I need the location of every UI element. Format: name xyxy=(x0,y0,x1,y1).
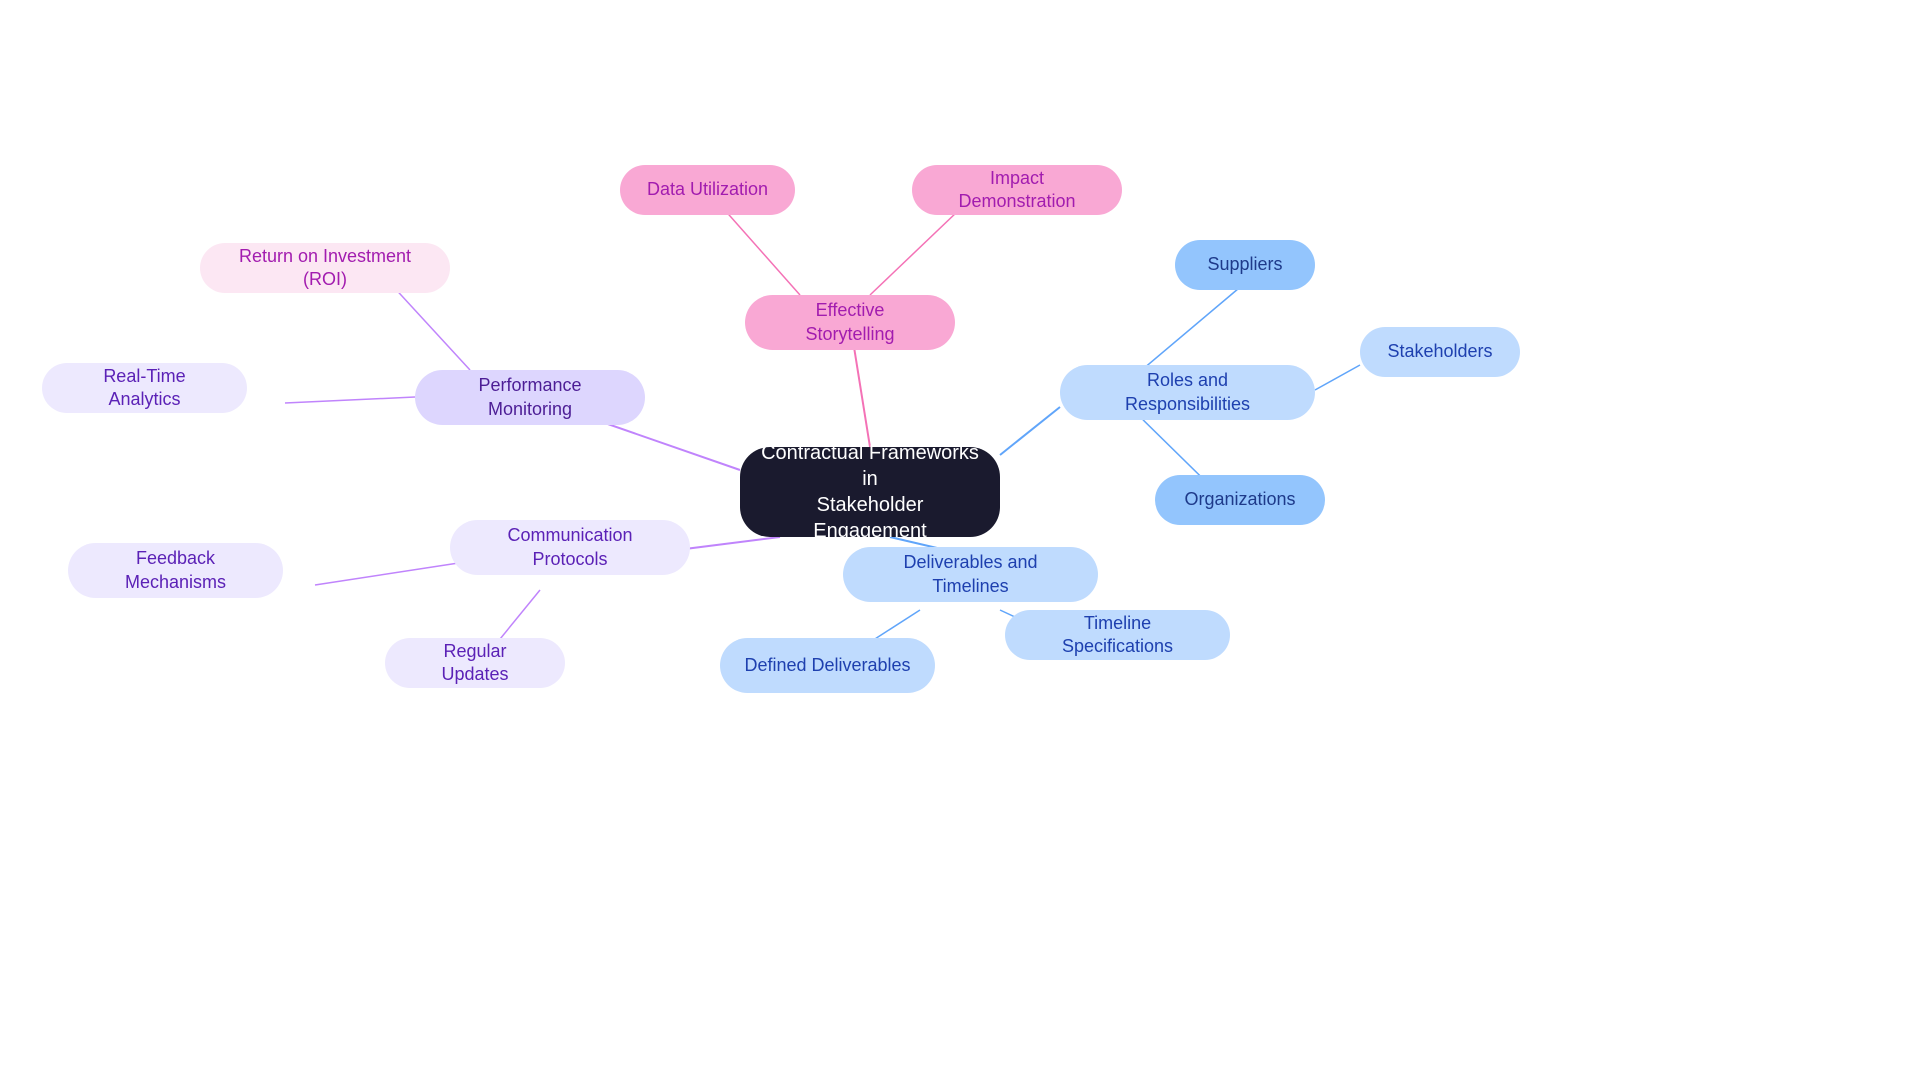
feedback-mechanisms-node[interactable]: Feedback Mechanisms xyxy=(68,543,283,598)
deliverables-timelines-node[interactable]: Deliverables and Timelines xyxy=(843,547,1098,602)
communication-protocols-label: Communication Protocols xyxy=(474,524,666,571)
performance-monitoring-label: Performance Monitoring xyxy=(439,374,621,421)
suppliers-label: Suppliers xyxy=(1207,253,1282,276)
organizations-node[interactable]: Organizations xyxy=(1155,475,1325,525)
stakeholders-node[interactable]: Stakeholders xyxy=(1360,327,1520,377)
regular-updates-label: Regular Updates xyxy=(409,640,541,687)
performance-monitoring-node[interactable]: Performance Monitoring xyxy=(415,370,645,425)
defined-deliverables-node[interactable]: Defined Deliverables xyxy=(720,638,935,693)
feedback-mechanisms-label: Feedback Mechanisms xyxy=(92,547,259,594)
effective-storytelling-node[interactable]: Effective Storytelling xyxy=(745,295,955,350)
impact-demonstration-label: Impact Demonstration xyxy=(936,167,1098,214)
data-utilization-node[interactable]: Data Utilization xyxy=(620,165,795,215)
real-time-analytics-node[interactable]: Real-Time Analytics xyxy=(42,363,247,413)
timeline-specifications-node[interactable]: Timeline Specifications xyxy=(1005,610,1230,660)
deliverables-timelines-label: Deliverables and Timelines xyxy=(867,551,1074,598)
center-label: Contractual Frameworks in Stakeholder En… xyxy=(760,440,980,544)
roles-responsibilities-node[interactable]: Roles and Responsibilities xyxy=(1060,365,1315,420)
return-on-investment-node[interactable]: Return on Investment (ROI) xyxy=(200,243,450,293)
defined-deliverables-label: Defined Deliverables xyxy=(744,654,910,677)
effective-storytelling-label: Effective Storytelling xyxy=(769,299,931,346)
impact-demonstration-node[interactable]: Impact Demonstration xyxy=(912,165,1122,215)
regular-updates-node[interactable]: Regular Updates xyxy=(385,638,565,688)
communication-protocols-node[interactable]: Communication Protocols xyxy=(450,520,690,575)
return-on-investment-label: Return on Investment (ROI) xyxy=(224,245,426,292)
roles-responsibilities-label: Roles and Responsibilities xyxy=(1084,369,1291,416)
real-time-analytics-label: Real-Time Analytics xyxy=(66,365,223,412)
suppliers-node[interactable]: Suppliers xyxy=(1175,240,1315,290)
organizations-label: Organizations xyxy=(1184,488,1295,511)
data-utilization-label: Data Utilization xyxy=(647,178,768,201)
stakeholders-label: Stakeholders xyxy=(1387,340,1492,363)
timeline-specifications-label: Timeline Specifications xyxy=(1029,612,1206,659)
center-node[interactable]: Contractual Frameworks in Stakeholder En… xyxy=(740,447,1000,537)
